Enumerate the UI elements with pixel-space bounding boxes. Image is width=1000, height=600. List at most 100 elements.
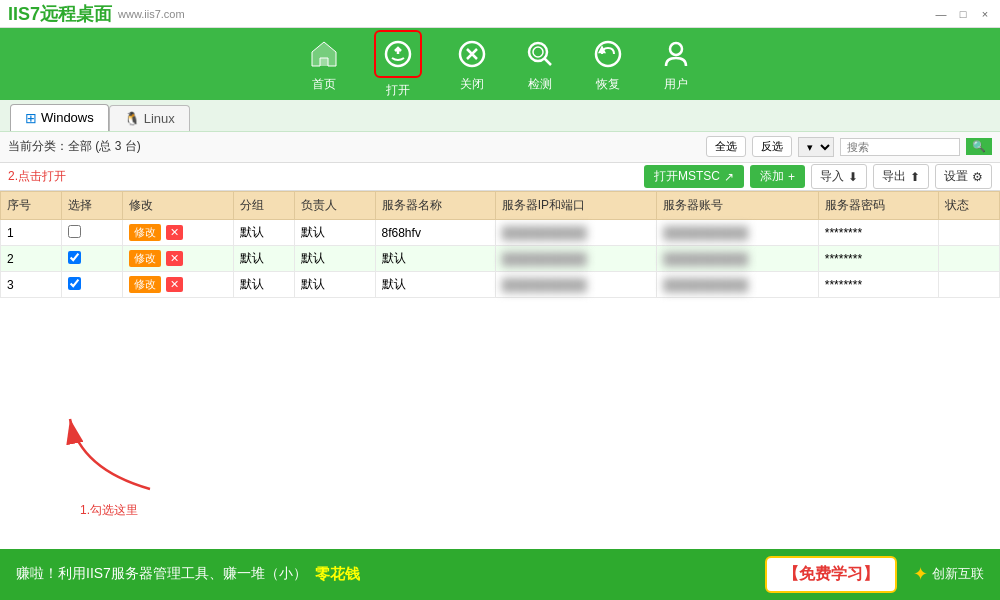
import-icon: ⬇ — [848, 170, 858, 184]
add-label: 添加 — [760, 168, 784, 185]
search-input[interactable] — [840, 138, 960, 156]
open-mstsc-button[interactable]: 打开MSTSC ↗ — [644, 165, 744, 188]
bottom-banner: 赚啦！利用IIS7服务器管理工具、赚一堆（小） 零花钱 【免费学习】 ✦ 创新互… — [0, 549, 1000, 600]
cell-seq: 3 — [1, 272, 62, 298]
table-header-row: 序号 选择 修改 分组 负责人 服务器名称 服务器IP和端口 服务器账号 服务器… — [1, 192, 1000, 220]
banner-prefix: 赚啦！利用IIS7服务器管理工具、赚一堆（小） — [16, 565, 307, 583]
svg-point-8 — [670, 43, 682, 55]
row-checkbox[interactable] — [68, 277, 81, 290]
row-checkbox[interactable] — [68, 225, 81, 238]
settings-icon: ⚙ — [972, 170, 983, 184]
th-status: 状态 — [938, 192, 999, 220]
mstsc-label: 打开MSTSC — [654, 168, 720, 185]
add-button[interactable]: 添加 + — [750, 165, 805, 188]
th-password: 服务器密码 — [818, 192, 938, 220]
minimize-button[interactable]: — — [934, 7, 948, 21]
export-label: 导出 — [882, 168, 906, 185]
cell-status — [938, 272, 999, 298]
cell-account: ██████████ — [657, 246, 818, 272]
row-checkbox[interactable] — [68, 251, 81, 264]
edit-button[interactable]: 修改 — [129, 250, 161, 267]
title-bar-left: IIS7远程桌面 www.iis7.com — [8, 2, 185, 26]
delete-button[interactable]: ✕ — [166, 277, 183, 292]
th-ip: 服务器IP和端口 — [495, 192, 656, 220]
tab-windows[interactable]: ⊞ Windows — [10, 104, 109, 131]
invert-select-button[interactable]: 反选 — [752, 136, 792, 157]
cell-ip: ██████████ — [495, 272, 656, 298]
windows-icon: ⊞ — [25, 110, 37, 126]
top-nav: 首页 打开 关闭 — [0, 28, 1000, 100]
cell-group: 默认 — [233, 220, 294, 246]
th-owner: 负责人 — [294, 192, 375, 220]
edit-button[interactable]: 修改 — [129, 276, 161, 293]
cell-account: ██████████ — [657, 220, 818, 246]
cell-account: ██████████ — [657, 272, 818, 298]
home-icon — [306, 36, 342, 72]
toolbar: 当前分类：全部 (总 3 台) 全选 反选 ▾ 🔍 — [0, 132, 1000, 164]
brand-icon: ✦ — [913, 563, 928, 585]
nav-home[interactable]: 首页 — [290, 28, 358, 101]
nav-home-label: 首页 — [312, 76, 336, 93]
nav-open-label: 打开 — [386, 82, 410, 99]
cell-password: ******** — [818, 246, 938, 272]
cell-checkbox[interactable] — [61, 246, 122, 272]
cell-name: 默认 — [375, 246, 495, 272]
nav-open-wrapper — [374, 30, 422, 78]
free-learn-button[interactable]: 【免费学习】 — [765, 556, 897, 593]
cell-status — [938, 220, 999, 246]
cell-seq: 1 — [1, 220, 62, 246]
nav-restore[interactable]: 恢复 — [574, 28, 642, 101]
svg-line-4 — [544, 58, 551, 65]
cell-status — [938, 246, 999, 272]
maximize-button[interactable]: □ — [956, 7, 970, 21]
cell-checkbox[interactable] — [61, 272, 122, 298]
settings-button[interactable]: 设置 ⚙ — [935, 164, 992, 189]
main-content: ⊞ Windows 🐧 Linux 当前分类：全部 (总 3 台) 全选 反选 … — [0, 100, 1000, 600]
nav-detect[interactable]: 检测 — [506, 28, 574, 101]
filter-select[interactable]: ▾ — [798, 137, 834, 157]
canvas-area: 1.勾选这里 — [0, 409, 1000, 549]
close-button[interactable]: × — [978, 7, 992, 21]
edit-button[interactable]: 修改 — [129, 224, 161, 241]
select-all-button[interactable]: 全选 — [706, 136, 746, 157]
import-button[interactable]: 导入 ⬇ — [811, 164, 867, 189]
th-edit: 修改 — [122, 192, 233, 220]
annotation-bar: 2.点击打开 打开MSTSC ↗ 添加 + 导入 ⬇ 导出 ⬆ 设置 ⚙ — [0, 163, 1000, 191]
cell-ip: ██████████ — [495, 246, 656, 272]
table-row: 1 修改 ✕ 默认 默认 8f68hfv ██████████ ████████… — [1, 220, 1000, 246]
add-icon: + — [788, 170, 795, 184]
nav-user-label: 用户 — [664, 76, 688, 93]
mstsc-icon: ↗ — [724, 170, 734, 184]
export-button[interactable]: 导出 ⬆ — [873, 164, 929, 189]
cell-name: 8f68hfv — [375, 220, 495, 246]
cell-group: 默认 — [233, 272, 294, 298]
settings-label: 设置 — [944, 168, 968, 185]
nav-close[interactable]: 关闭 — [438, 28, 506, 101]
tab-linux[interactable]: 🐧 Linux — [109, 105, 190, 131]
cell-edit: 修改 ✕ — [122, 246, 233, 272]
delete-button[interactable]: ✕ — [166, 251, 183, 266]
action-buttons: 打开MSTSC ↗ 添加 + 导入 ⬇ 导出 ⬆ 设置 ⚙ — [644, 164, 992, 189]
title-bar-controls: — □ × — [934, 7, 992, 21]
nav-restore-label: 恢复 — [596, 76, 620, 93]
table-row: 2 修改 ✕ 默认 默认 默认 ██████████ ██████████ **… — [1, 246, 1000, 272]
linux-icon: 🐧 — [124, 111, 140, 126]
table-container: 序号 选择 修改 分组 负责人 服务器名称 服务器IP和端口 服务器账号 服务器… — [0, 191, 1000, 409]
app-url: www.iis7.com — [118, 8, 185, 20]
cell-ip: ██████████ — [495, 220, 656, 246]
nav-user[interactable]: 用户 — [642, 28, 710, 101]
search-button[interactable]: 🔍 — [966, 138, 992, 155]
delete-button[interactable]: ✕ — [166, 225, 183, 240]
arrow-svg — [50, 409, 170, 499]
import-label: 导入 — [820, 168, 844, 185]
cell-edit: 修改 ✕ — [122, 272, 233, 298]
app-logo: IIS7远程桌面 — [8, 2, 112, 26]
th-group: 分组 — [233, 192, 294, 220]
cell-owner: 默认 — [294, 220, 375, 246]
nav-open[interactable]: 打开 — [358, 22, 438, 107]
restore-icon — [590, 36, 626, 72]
cell-checkbox[interactable] — [61, 220, 122, 246]
table-row: 3 修改 ✕ 默认 默认 默认 ██████████ ██████████ **… — [1, 272, 1000, 298]
export-icon: ⬆ — [910, 170, 920, 184]
banner-highlight: 零花钱 — [315, 565, 360, 584]
